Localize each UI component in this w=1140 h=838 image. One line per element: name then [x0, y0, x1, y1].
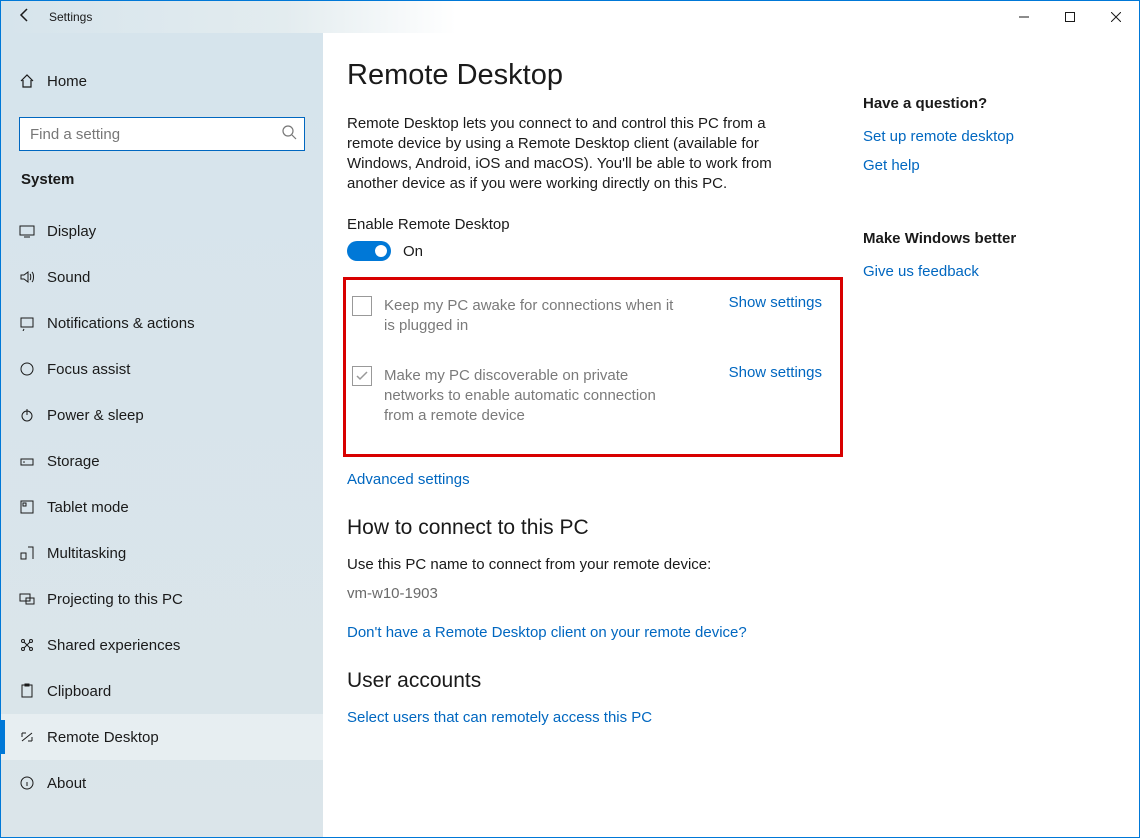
- power-icon: [19, 407, 47, 423]
- highlight-box: Keep my PC awake for connections when it…: [343, 277, 843, 457]
- display-icon: [19, 223, 47, 239]
- feedback-link[interactable]: Give us feedback: [863, 263, 1109, 280]
- sidebar-item-label: About: [47, 775, 86, 792]
- sidebar-item-focus-assist[interactable]: Focus assist: [1, 346, 323, 392]
- sidebar-home-label: Home: [47, 73, 87, 90]
- option-label: Keep my PC awake for connections when it…: [384, 296, 684, 336]
- toggle-state: On: [403, 243, 423, 260]
- clipboard-icon: [19, 683, 47, 699]
- sidebar-item-about[interactable]: About: [1, 760, 323, 806]
- sidebar: Home System Display Sound Notifications …: [1, 33, 323, 837]
- search-input[interactable]: [19, 117, 305, 151]
- option-label: Make my PC discoverable on private netwo…: [384, 366, 684, 426]
- check-icon: [355, 369, 369, 383]
- sidebar-item-power[interactable]: Power & sleep: [1, 392, 323, 438]
- window-title: Settings: [49, 10, 92, 24]
- setup-link[interactable]: Set up remote desktop: [863, 128, 1109, 145]
- sidebar-item-label: Clipboard: [47, 683, 111, 700]
- sound-icon: [19, 269, 47, 285]
- accounts-heading: User accounts: [347, 669, 843, 693]
- minimize-button[interactable]: [1001, 1, 1047, 33]
- connect-label: Use this PC name to connect from your re…: [347, 556, 843, 573]
- shared-icon: [19, 637, 47, 653]
- titlebar: Settings: [1, 1, 1139, 33]
- advanced-settings-link[interactable]: Advanced settings: [347, 471, 470, 488]
- sidebar-item-tablet-mode[interactable]: Tablet mode: [1, 484, 323, 530]
- sidebar-category: System: [1, 171, 323, 188]
- option-discoverable: Make my PC discoverable on private netwo…: [348, 360, 822, 432]
- sidebar-item-remote-desktop[interactable]: Remote Desktop: [1, 714, 323, 760]
- sidebar-item-label: Notifications & actions: [47, 315, 195, 332]
- tablet-icon: [19, 499, 47, 515]
- enable-toggle[interactable]: [347, 241, 391, 261]
- page-description: Remote Desktop lets you connect to and c…: [347, 114, 777, 194]
- sidebar-item-display[interactable]: Display: [1, 208, 323, 254]
- notifications-icon: [19, 315, 47, 331]
- maximize-button[interactable]: [1047, 1, 1093, 33]
- sidebar-item-clipboard[interactable]: Clipboard: [1, 668, 323, 714]
- sidebar-item-label: Multitasking: [47, 545, 126, 562]
- sidebar-item-label: Focus assist: [47, 361, 130, 378]
- option-keep-awake: Keep my PC awake for connections when it…: [348, 290, 822, 342]
- right-panel: Have a question? Set up remote desktop G…: [843, 33, 1139, 837]
- sidebar-item-shared[interactable]: Shared experiences: [1, 622, 323, 668]
- sidebar-item-projecting[interactable]: Projecting to this PC: [1, 576, 323, 622]
- better-heading: Make Windows better: [863, 230, 1109, 247]
- multitasking-icon: [19, 545, 47, 561]
- sidebar-home[interactable]: Home: [1, 61, 323, 101]
- enable-label: Enable Remote Desktop: [347, 216, 843, 233]
- sidebar-item-label: Remote Desktop: [47, 729, 159, 746]
- main-content: Remote Desktop Remote Desktop lets you c…: [323, 33, 1139, 837]
- page-title: Remote Desktop: [347, 59, 843, 92]
- question-heading: Have a question?: [863, 95, 1109, 112]
- sidebar-item-label: Display: [47, 223, 96, 240]
- show-settings-link[interactable]: Show settings: [729, 364, 822, 381]
- remote-desktop-icon: [19, 729, 47, 745]
- accounts-link[interactable]: Select users that can remotely access th…: [347, 709, 652, 726]
- checkbox-discoverable[interactable]: [352, 366, 372, 386]
- connect-heading: How to connect to this PC: [347, 516, 843, 540]
- sidebar-item-label: Shared experiences: [47, 637, 180, 654]
- sidebar-item-label: Tablet mode: [47, 499, 129, 516]
- sidebar-item-notifications[interactable]: Notifications & actions: [1, 300, 323, 346]
- home-icon: [19, 73, 47, 89]
- gethelp-link[interactable]: Get help: [863, 157, 1109, 174]
- close-button[interactable]: [1093, 1, 1139, 33]
- sidebar-item-label: Sound: [47, 269, 90, 286]
- search-icon: [281, 124, 297, 144]
- show-settings-link[interactable]: Show settings: [729, 294, 822, 311]
- sidebar-item-label: Storage: [47, 453, 100, 470]
- sidebar-item-storage[interactable]: Storage: [1, 438, 323, 484]
- sidebar-item-label: Projecting to this PC: [47, 591, 183, 608]
- checkbox-keep-awake[interactable]: [352, 296, 372, 316]
- about-icon: [19, 775, 47, 791]
- storage-icon: [19, 453, 47, 469]
- sidebar-list: Display Sound Notifications & actions Fo…: [1, 208, 323, 806]
- sidebar-item-multitasking[interactable]: Multitasking: [1, 530, 323, 576]
- focus-assist-icon: [19, 361, 47, 377]
- client-link[interactable]: Don't have a Remote Desktop client on yo…: [347, 624, 747, 641]
- pc-name: vm-w10-1903: [347, 585, 843, 602]
- sidebar-item-sound[interactable]: Sound: [1, 254, 323, 300]
- projecting-icon: [19, 591, 47, 607]
- sidebar-item-label: Power & sleep: [47, 407, 144, 424]
- back-button[interactable]: [1, 6, 49, 29]
